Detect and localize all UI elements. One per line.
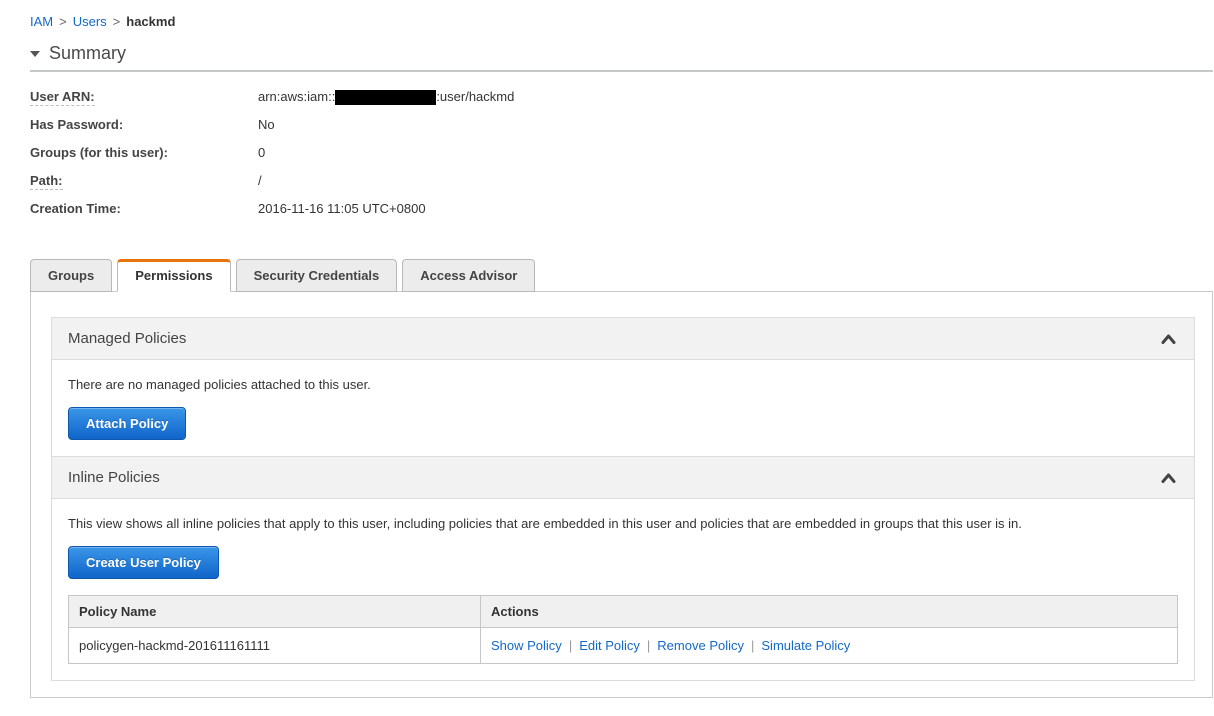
summary-section-toggle[interactable]: Summary bbox=[30, 43, 1214, 64]
field-label-has-password: Has Password: bbox=[30, 117, 124, 132]
policy-actions-cell: Show Policy | Edit Policy | Remove Policy | Si… bbox=[480, 627, 1178, 664]
field-value-path: / bbox=[258, 173, 262, 188]
field-creation-time: Creation Time: 2016-11-16 11:05 UTC+0800 bbox=[30, 200, 1214, 218]
collapse-chevron-icon[interactable] bbox=[1161, 334, 1176, 344]
table-row: policygen-hackmd-201611161111 Show Polic… bbox=[68, 627, 1178, 664]
inline-policies-table: Policy Name Actions policygen-hackmd-201… bbox=[68, 595, 1178, 664]
managed-policies-section: Managed Policies There are no managed po… bbox=[51, 317, 1195, 457]
inline-policies-header[interactable]: Inline Policies bbox=[52, 457, 1194, 499]
tab-access-advisor[interactable]: Access Advisor bbox=[402, 259, 536, 292]
breadcrumb-current-user: hackmd bbox=[126, 14, 176, 29]
managed-policies-header[interactable]: Managed Policies bbox=[52, 318, 1194, 360]
breadcrumb: IAM > Users > hackmd bbox=[30, 14, 1214, 29]
tab-permissions[interactable]: Permissions bbox=[117, 259, 231, 292]
field-label-path: Path: bbox=[30, 173, 63, 190]
field-label-user-arn: User ARN: bbox=[30, 89, 95, 106]
actions-separator: | bbox=[646, 638, 651, 653]
remove-policy-link[interactable]: Remove Policy bbox=[657, 638, 744, 653]
field-value-groups: 0 bbox=[258, 145, 266, 160]
field-user-arn: User ARN: arn:aws:iam:::user/hackmd bbox=[30, 88, 1214, 106]
column-header-policy-name: Policy Name bbox=[68, 595, 481, 628]
create-user-policy-button[interactable]: Create User Policy bbox=[68, 546, 219, 579]
summary-divider bbox=[30, 70, 1213, 72]
tab-groups[interactable]: Groups bbox=[30, 259, 113, 292]
managed-policies-title: Managed Policies bbox=[68, 330, 187, 347]
field-value-user-arn: arn:aws:iam:::user/hackmd bbox=[258, 88, 514, 106]
breadcrumb-separator: > bbox=[112, 14, 121, 29]
arn-suffix: :user/hackmd bbox=[436, 89, 515, 104]
simulate-policy-link[interactable]: Simulate Policy bbox=[761, 638, 850, 653]
tab-security-credentials[interactable]: Security Credentials bbox=[235, 259, 398, 292]
field-path: Path: / bbox=[30, 172, 1214, 190]
field-value-has-password: No bbox=[258, 117, 275, 132]
tab-bar: Groups Permissions Security Credentials … bbox=[30, 259, 1213, 292]
attach-policy-button[interactable]: Attach Policy bbox=[68, 407, 187, 440]
breadcrumb-link-users[interactable]: Users bbox=[73, 14, 107, 29]
field-has-password: Has Password: No bbox=[30, 116, 1214, 134]
managed-policies-empty-message: There are no managed policies attached t… bbox=[68, 377, 371, 392]
collapse-triangle-icon bbox=[30, 50, 40, 57]
inline-policies-title: Inline Policies bbox=[68, 469, 160, 486]
breadcrumb-separator: > bbox=[59, 14, 67, 29]
field-groups: Groups (for this user): 0 bbox=[30, 144, 1214, 162]
inline-policies-section: Inline Policies This view shows all inli… bbox=[51, 456, 1195, 681]
column-header-actions: Actions bbox=[480, 595, 1178, 628]
collapse-chevron-icon[interactable] bbox=[1161, 473, 1176, 483]
field-label-groups: Groups (for this user): bbox=[30, 145, 168, 160]
actions-separator: | bbox=[568, 638, 573, 653]
policy-name-cell: policygen-hackmd-201611161111 bbox=[68, 627, 481, 664]
edit-policy-link[interactable]: Edit Policy bbox=[579, 638, 640, 653]
field-value-creation-time: 2016-11-16 11:05 UTC+0800 bbox=[258, 201, 426, 216]
show-policy-link[interactable]: Show Policy bbox=[491, 638, 562, 653]
managed-policies-body: There are no managed policies attached t… bbox=[52, 360, 1194, 456]
summary-fields: User ARN: arn:aws:iam:::user/hackmd Has … bbox=[30, 88, 1214, 218]
breadcrumb-link-iam[interactable]: IAM bbox=[30, 14, 53, 29]
table-header-row: Policy Name Actions bbox=[68, 595, 1178, 628]
inline-policies-description: This view shows all inline policies that… bbox=[68, 516, 1022, 531]
redaction-box bbox=[335, 89, 437, 105]
inline-policies-body: This view shows all inline policies that… bbox=[52, 499, 1194, 680]
permissions-tab-panel: Managed Policies There are no managed po… bbox=[30, 291, 1213, 698]
field-label-creation-time: Creation Time: bbox=[30, 201, 121, 216]
arn-prefix: arn:aws:iam:: bbox=[258, 89, 336, 104]
summary-title: Summary bbox=[49, 43, 127, 63]
actions-separator: | bbox=[751, 638, 755, 653]
